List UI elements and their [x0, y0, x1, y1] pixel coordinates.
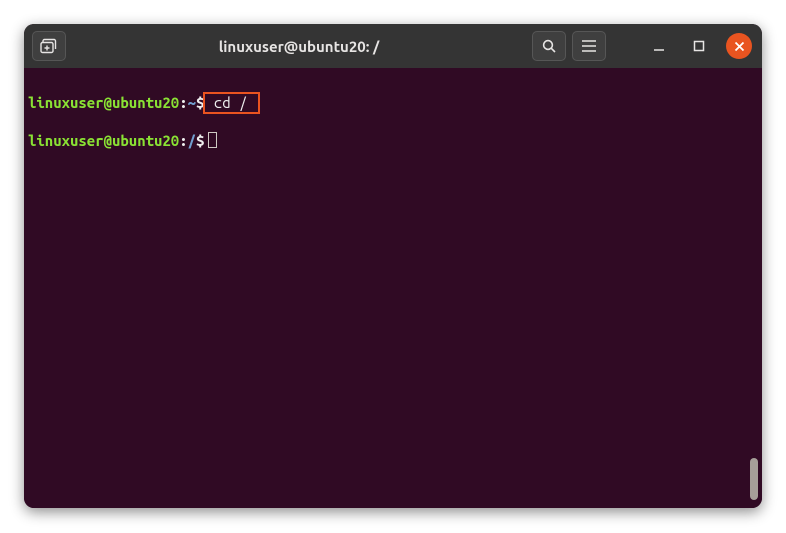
terminal-line-1: linuxuser@ubuntu20:~$ cd / [28, 92, 758, 114]
prompt-user-host: linuxuser@ubuntu20 [28, 132, 179, 149]
maximize-icon [693, 40, 705, 52]
window-title: linuxuser@ubuntu20: / [72, 38, 526, 55]
text-cursor [208, 132, 217, 148]
hamburger-icon [581, 39, 597, 53]
search-button[interactable] [532, 31, 566, 61]
minimize-icon [652, 39, 666, 53]
new-tab-button[interactable] [32, 31, 66, 61]
new-tab-icon [40, 38, 58, 54]
command-text: cd / [205, 94, 255, 111]
prompt-path: / [188, 132, 196, 149]
command-highlight: cd / [203, 92, 259, 114]
prompt-colon: : [179, 132, 187, 149]
minimize-button[interactable] [642, 31, 676, 61]
close-button[interactable] [726, 33, 752, 59]
prompt-colon: : [179, 94, 187, 111]
prompt-dollar: $ [196, 132, 204, 149]
prompt-path: ~ [188, 94, 196, 111]
maximize-button[interactable] [682, 31, 716, 61]
titlebar[interactable]: linuxuser@ubuntu20: / [24, 24, 762, 68]
terminal-window: linuxuser@ubuntu20: / [24, 24, 762, 508]
scrollbar-thumb[interactable] [750, 458, 758, 500]
prompt-user-host: linuxuser@ubuntu20 [28, 94, 179, 111]
menu-button[interactable] [572, 31, 606, 61]
terminal-line-2: linuxuser@ubuntu20:/$ [28, 132, 758, 150]
search-icon [541, 38, 557, 54]
close-icon [734, 41, 745, 52]
terminal-viewport[interactable]: linuxuser@ubuntu20:~$ cd / linuxuser@ubu… [24, 68, 762, 508]
